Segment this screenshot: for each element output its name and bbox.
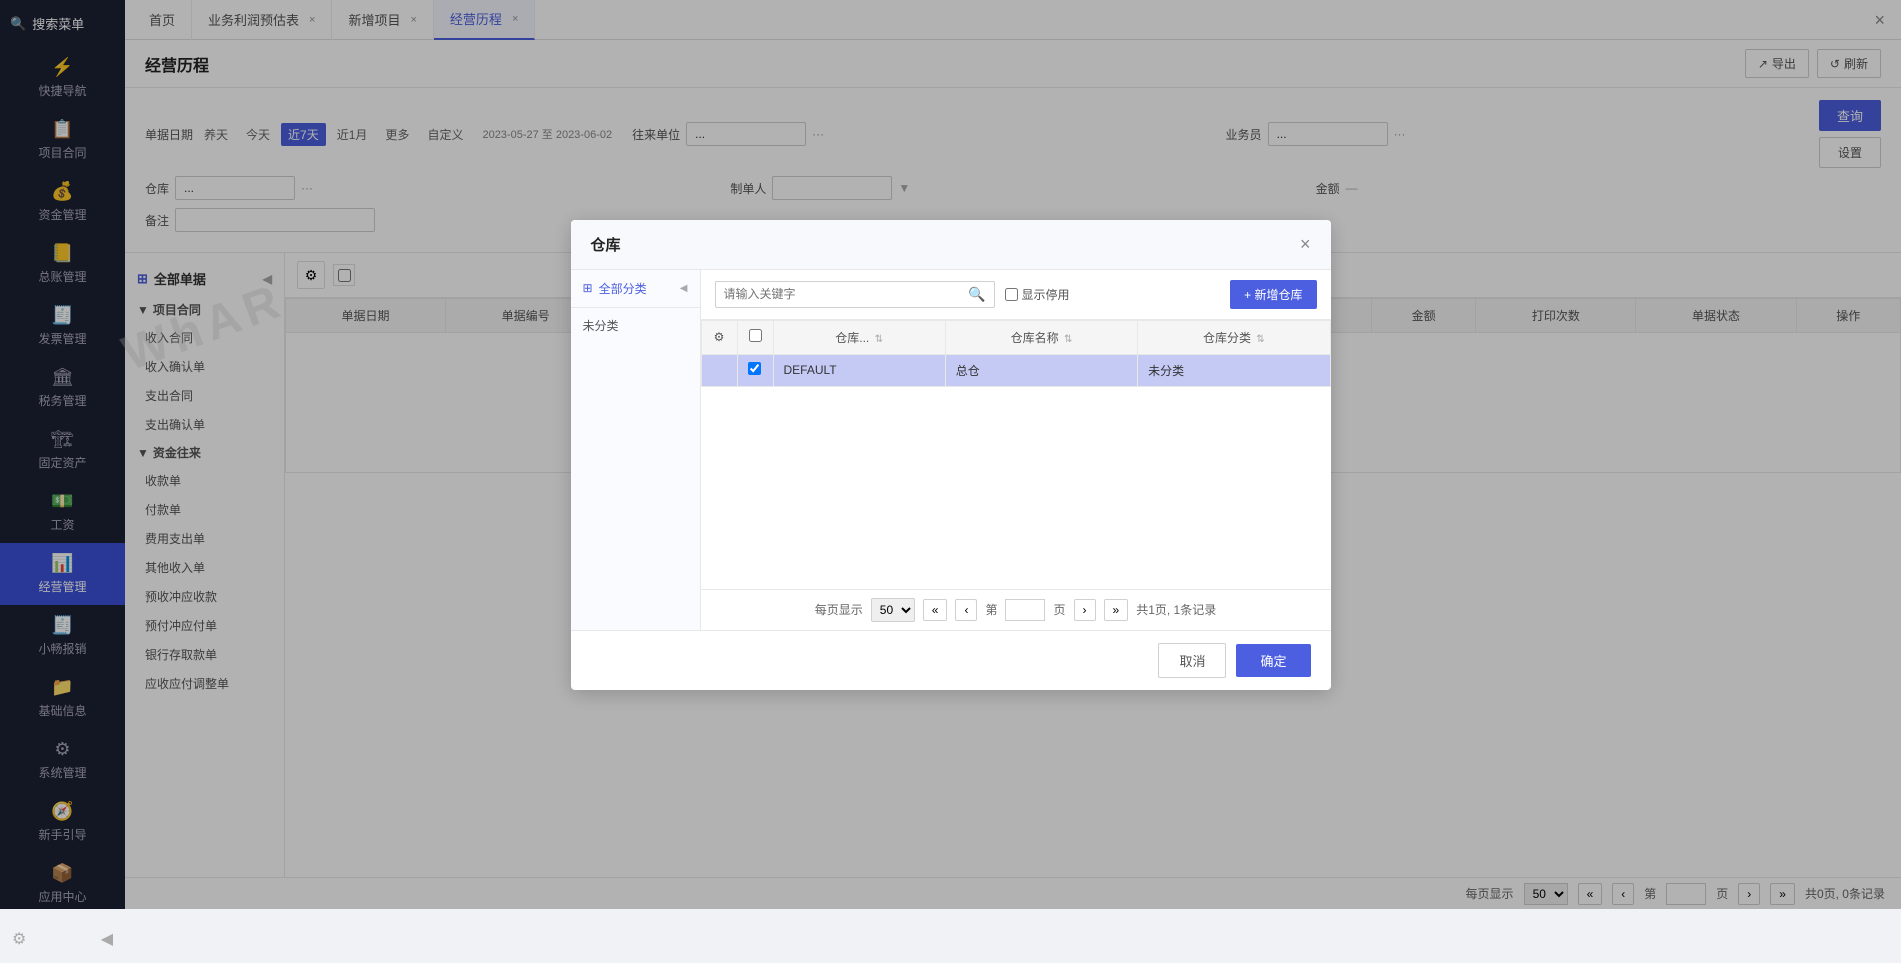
uncategorized-label: 未分类 [583,319,619,333]
sidebar-settings-icon[interactable]: ⚙ [12,929,26,949]
dialog-page-label-pre: 第 [985,601,997,618]
dialog-table: ⚙ 仓库... ⇅ 仓库名称 ⇅ [701,320,1331,387]
confirm-button[interactable]: 确定 [1236,644,1310,677]
show-disabled-text: 显示停用 [1022,286,1070,303]
col-code: 仓库... ⇅ [773,320,945,354]
row-settings [701,354,737,386]
grid-icon-dialog: ⊞ [583,281,593,295]
sidebar-bottom: ⚙ ◀ [0,915,125,963]
dialog-search-box: 🔍 [715,281,995,308]
dialog-overlay: 仓库 × ⊞ 全部分类 ◀ 未分类 [0,0,1901,909]
col-category: 仓库分类 ⇅ [1138,320,1330,354]
sidebar-collapse-icon[interactable]: ◀ [101,929,113,949]
dialog-body: ⊞ 全部分类 ◀ 未分类 🔍 显示停用 [571,270,1331,630]
all-category-item[interactable]: ⊞ 全部分类 ◀ [571,270,700,308]
dialog-per-page-label: 每页显示 [815,601,863,618]
row-category: 未分类 [1138,354,1330,386]
dialog-search-icon[interactable]: 🔍 [968,286,985,303]
dialog-footer: 取消 确定 [571,630,1331,690]
collapse-left-icon[interactable]: ◀ [680,283,688,294]
uncategorized-item[interactable]: 未分类 [571,308,700,343]
sort-code-icon: ⇅ [875,334,883,345]
warehouse-dialog: 仓库 × ⊞ 全部分类 ◀ 未分类 [571,220,1331,690]
dialog-right-panel: 🔍 显示停用 + 新增仓库 ⚙ [701,270,1331,630]
row-code: DEFAULT [773,354,945,386]
dialog-table-header: ⚙ 仓库... ⇅ 仓库名称 ⇅ [701,320,1330,354]
sort-name-icon: ⇅ [1064,334,1072,345]
show-disabled-label[interactable]: 显示停用 [1005,286,1070,303]
dialog-toolbar: 🔍 显示停用 + 新增仓库 [701,270,1331,320]
dialog-last-btn[interactable]: » [1104,599,1129,621]
dialog-table-area: ⚙ 仓库... ⇅ 仓库名称 ⇅ [701,320,1331,589]
dialog-next-btn[interactable]: › [1074,599,1096,621]
dialog-prev-btn[interactable]: ‹ [955,599,977,621]
row-name: 总仓 [945,354,1137,386]
dialog-per-page-select[interactable]: 50 [871,598,915,622]
row-checkbox-cell [737,354,773,386]
table-row[interactable]: DEFAULT 总仓 未分类 [701,354,1330,386]
all-category-label: 全部分类 [599,280,647,297]
dialog-left-panel: ⊞ 全部分类 ◀ 未分类 [571,270,701,630]
dialog-pagination: 每页显示 50 « ‹ 第 1 页 › » 共1页, 1条记录 [701,589,1331,630]
dialog-title: 仓库 [591,234,621,255]
cancel-button[interactable]: 取消 [1158,643,1226,678]
dialog-close-button[interactable]: × [1300,234,1311,255]
dialog-first-btn[interactable]: « [923,599,948,621]
dialog-page-unit: 页 [1053,601,1065,618]
col-checkbox [737,320,773,354]
dialog-search-input[interactable] [724,287,963,301]
dialog-page-input[interactable]: 1 [1005,599,1045,621]
col-name: 仓库名称 ⇅ [945,320,1137,354]
dialog-select-all[interactable] [749,329,762,342]
dialog-total-info: 共1页, 1条记录 [1136,601,1216,618]
row-checkbox[interactable] [748,362,761,375]
col-settings: ⚙ [701,320,737,354]
show-disabled-checkbox[interactable] [1005,288,1018,301]
sort-category-icon: ⇅ [1256,334,1264,345]
add-warehouse-button[interactable]: + 新增仓库 [1230,280,1316,309]
dialog-header: 仓库 × [571,220,1331,270]
